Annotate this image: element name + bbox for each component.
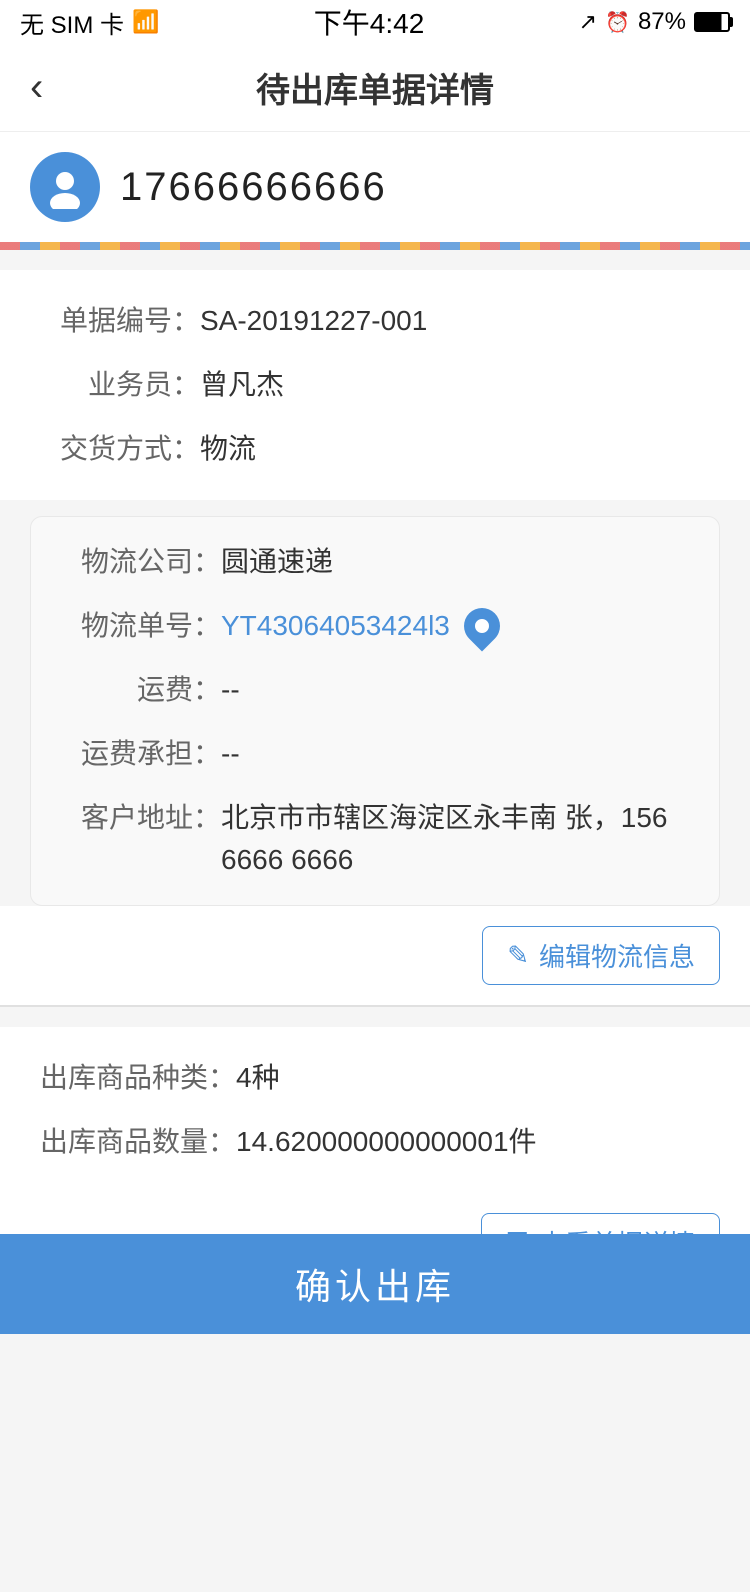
user-avatar-icon [43,165,87,209]
battery-icon [694,12,730,32]
salesman-value: 曾凡杰 [200,364,710,406]
product-types-label: 出库商品种类： [40,1057,236,1099]
logistics-company-label: 物流公司： [61,541,221,583]
address-label: 客户地址： [61,797,221,839]
address-value: 北京市市辖区海淀区永丰南 张，156 6666 6666 [221,797,689,881]
document-info-section: 单据编号： SA-20191227-001 业务员： 曾凡杰 交货方式： 物流 [0,270,750,500]
status-bar: 无 SIM 卡 📶 下午4:42 ↗ ⏰ 87% [0,0,750,44]
status-right: ↗ ⏰ 87% [579,8,730,36]
product-quantity-label: 出库商品数量： [40,1121,236,1163]
alarm-icon: ⏰ [605,10,630,35]
customer-phone: 17666666666 [120,165,387,210]
freight-label: 运费： [61,669,221,711]
location-status-icon: ↗ [579,9,597,35]
delivery-label: 交货方式： [40,428,200,470]
section-divider [0,1005,750,1007]
avatar [30,152,100,222]
product-types-value: 4种 [236,1057,710,1099]
customer-header: 17666666666 [0,132,750,242]
salesman-row: 业务员： 曾凡杰 [40,364,710,406]
edit-icon: ✎ [507,940,529,971]
delivery-value: 物流 [200,428,710,470]
product-summary-section: 出库商品种类： 4种 出库商品数量： 14.620000000000001件 [0,1027,750,1193]
product-quantity-value: 14.620000000000001件 [236,1121,710,1163]
status-time: 下午4:42 [314,2,425,42]
logistics-company-row: 物流公司： 圆通速递 [61,541,689,583]
product-types-row: 出库商品种类： 4种 [40,1057,710,1099]
confirm-button-label: 确认出库 [295,1258,455,1310]
edit-logistics-button[interactable]: ✎ 编辑物流信息 [482,926,720,985]
salesman-label: 业务员： [40,364,200,406]
status-left: 无 SIM 卡 📶 [20,5,159,40]
tracking-location-icon[interactable] [464,608,500,644]
document-number-row: 单据编号： SA-20191227-001 [40,300,710,342]
freight-value: -- [221,669,689,711]
logistics-tracking-label: 物流单号： [61,605,221,647]
battery-label: 87% [638,8,686,36]
nav-bar: ‹ 待出库单据详情 [0,44,750,132]
edit-button-label: 编辑物流信息 [539,937,695,974]
product-quantity-row: 出库商品数量： 14.620000000000001件 [40,1121,710,1163]
page-title: 待出库单据详情 [256,63,494,112]
freight-row: 运费： -- [61,669,689,711]
address-row: 客户地址： 北京市市辖区海淀区永丰南 张，156 6666 6666 [61,797,689,881]
carrier-label: 无 SIM 卡 [20,5,124,40]
document-number-label: 单据编号： [40,300,200,342]
dashed-divider [0,242,750,250]
edit-button-row: ✎ 编辑物流信息 [0,906,750,1005]
logistics-tracking-value: YT43064053424l3 [221,605,689,647]
freight-bearer-label: 运费承担： [61,733,221,775]
logistics-tracking-row: 物流单号： YT43064053424l3 [61,605,689,647]
back-button[interactable]: ‹ [30,65,43,110]
confirm-button[interactable]: 确认出库 [0,1234,750,1334]
delivery-row: 交货方式： 物流 [40,428,710,470]
wifi-icon: 📶 [132,9,159,35]
document-number-value: SA-20191227-001 [200,300,710,342]
freight-bearer-value: -- [221,733,689,775]
logistics-company-value: 圆通速递 [221,541,689,583]
logistics-box: 物流公司： 圆通速递 物流单号： YT43064053424l3 运费： -- … [30,516,720,906]
tracking-number-text: YT43064053424l3 [221,605,450,647]
freight-bearer-row: 运费承担： -- [61,733,689,775]
